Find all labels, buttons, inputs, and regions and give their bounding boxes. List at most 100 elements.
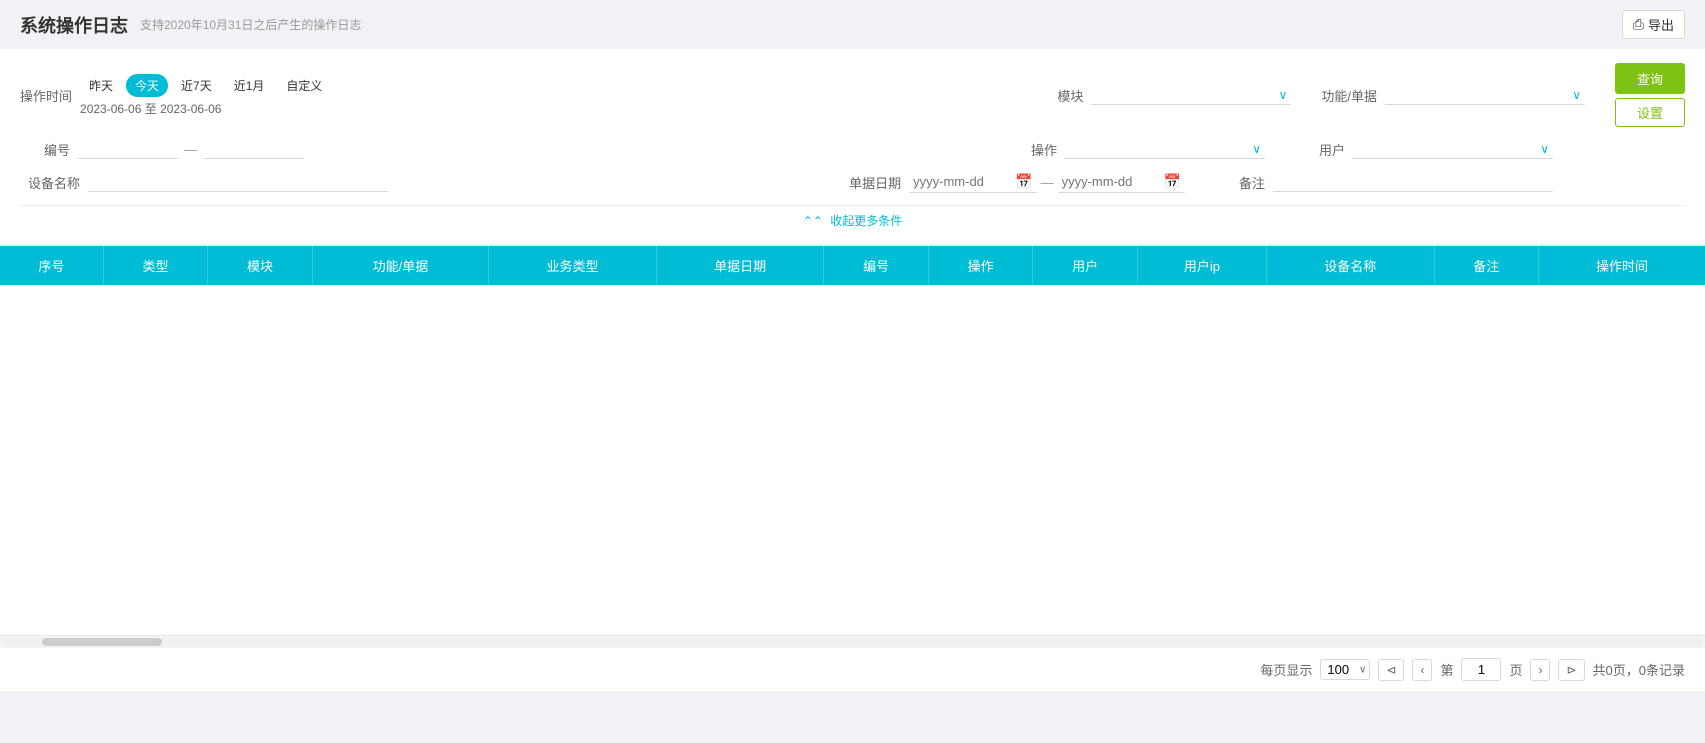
today-btn[interactable]: 今天 <box>126 74 168 97</box>
time-buttons: 昨天 今天 近7天 近1月 自定义 <box>80 74 331 97</box>
device-filter: 设备名称 <box>20 172 388 192</box>
page-suffix-label: 页 <box>1509 660 1522 679</box>
docdate-dash: — <box>1041 175 1054 190</box>
col-type: 类型 <box>103 246 207 285</box>
col-func: 功能/单据 <box>312 246 488 285</box>
col-user: 用户 <box>1033 246 1137 285</box>
data-table: 序号 类型 模块 功能/单据 业务类型 单据日期 编号 操作 用户 用户ip 设… <box>0 246 1705 285</box>
user-select-wrapper: ∨ <box>1353 139 1553 159</box>
func-select[interactable] <box>1389 87 1561 102</box>
custom-btn[interactable]: 自定义 <box>277 74 331 97</box>
calendar-to-icon[interactable]: 📅 <box>1164 173 1181 190</box>
settings-button[interactable]: 设置 <box>1615 98 1685 127</box>
operation-chevron-icon: ∨ <box>1252 142 1261 156</box>
filter-panel: 操作时间 昨天 今天 近7天 近1月 自定义 2023-06-06 至 2023… <box>0 49 1705 246</box>
page-title: 系统操作日志 <box>20 12 128 38</box>
col-userip: 用户ip <box>1137 246 1266 285</box>
col-docdate: 单据日期 <box>656 246 824 285</box>
page-size-select[interactable]: 100 50 200 <box>1320 659 1370 680</box>
user-chevron-icon: ∨ <box>1540 142 1549 156</box>
scrollbar-thumb[interactable] <box>42 638 162 646</box>
col-remark: 备注 <box>1434 246 1538 285</box>
col-optime: 操作时间 <box>1539 246 1705 285</box>
collapse-up-icon: ⌃⌃ <box>803 214 823 228</box>
remark-label: 备注 <box>1215 173 1265 192</box>
col-module: 模块 <box>208 246 312 285</box>
number-to-wrapper <box>203 139 303 159</box>
export-label: 导出 <box>1648 15 1674 34</box>
empty-area <box>0 285 1705 635</box>
col-operation: 操作 <box>928 246 1032 285</box>
yesterday-btn[interactable]: 昨天 <box>80 74 122 97</box>
operation-filter: 操作 ∨ <box>1007 139 1265 159</box>
date-range-display: 2023-06-06 至 2023-06-06 <box>80 100 331 117</box>
device-input-wrapper <box>88 172 388 192</box>
device-input[interactable] <box>92 174 384 189</box>
last-page-button[interactable]: ⊳ <box>1558 659 1584 681</box>
last7days-btn[interactable]: 近7天 <box>172 74 221 97</box>
user-select[interactable] <box>1357 141 1529 156</box>
horizontal-scrollbar[interactable] <box>0 635 1705 647</box>
filter-row-3: 设备名称 单据日期 📅 — 📅 备注 <box>20 171 1685 193</box>
collapse-bar[interactable]: ⌃⌃ 收起更多条件 <box>20 205 1685 235</box>
module-label: 模块 <box>1033 86 1083 105</box>
func-label: 功能/单据 <box>1321 86 1377 105</box>
page-prefix-label: 第 <box>1440 660 1453 679</box>
total-label: 共0页，0条记录 <box>1593 660 1685 679</box>
query-button[interactable]: 查询 <box>1615 63 1685 94</box>
table-header: 序号 类型 模块 功能/单据 业务类型 单据日期 编号 操作 用户 用户ip 设… <box>0 246 1705 285</box>
last1month-btn[interactable]: 近1月 <box>225 74 274 97</box>
module-chevron-icon: ∨ <box>1279 88 1288 102</box>
collapse-label: 收起更多条件 <box>830 214 902 228</box>
device-label: 设备名称 <box>20 173 80 192</box>
page-size-wrapper: 100 50 200 <box>1320 659 1370 680</box>
page-number-input[interactable] <box>1461 658 1501 681</box>
operation-select[interactable] <box>1069 141 1241 156</box>
func-filter: 功能/单据 ∨ <box>1321 85 1585 105</box>
docdate-to-input[interactable] <box>1062 174 1162 189</box>
time-block: 昨天 今天 近7天 近1月 自定义 2023-06-06 至 2023-06-0… <box>80 74 331 117</box>
next-page-button[interactable]: › <box>1530 659 1550 681</box>
number-to-input[interactable] <box>207 141 299 156</box>
func-select-wrapper: ∨ <box>1385 85 1585 105</box>
pagination: 每页显示 100 50 200 ⊲ ‹ 第 页 › ⊳ 共0页，0条记录 <box>0 647 1705 691</box>
col-biztype: 业务类型 <box>489 246 657 285</box>
user-filter: 用户 ∨ <box>1295 139 1553 159</box>
operation-label: 操作 <box>1007 140 1057 159</box>
docdate-from-input[interactable] <box>913 174 1013 189</box>
export-button[interactable]: ⎙ 导出 <box>1622 10 1685 39</box>
action-buttons: 查询 设置 <box>1615 63 1685 127</box>
table-header-row: 序号 类型 模块 功能/单据 业务类型 单据日期 编号 操作 用户 用户ip 设… <box>0 246 1705 285</box>
prev-page-button[interactable]: ‹ <box>1412 659 1432 681</box>
col-number: 编号 <box>824 246 928 285</box>
module-filter: 模块 ∨ <box>1033 85 1291 105</box>
table-section: 序号 类型 模块 功能/单据 业务类型 单据日期 编号 操作 用户 用户ip 设… <box>0 246 1705 635</box>
calendar-from-icon[interactable]: 📅 <box>1015 173 1032 190</box>
operation-select-wrapper: ∨ <box>1065 139 1265 159</box>
user-label: 用户 <box>1295 140 1345 159</box>
col-device: 设备名称 <box>1266 246 1434 285</box>
module-select[interactable] <box>1095 87 1267 102</box>
filter-row-2: 编号 — 操作 ∨ 用户 <box>20 139 1685 159</box>
number-range: — <box>78 139 303 159</box>
export-icon: ⎙ <box>1633 16 1644 33</box>
filter-row-1: 操作时间 昨天 今天 近7天 近1月 自定义 2023-06-06 至 2023… <box>20 63 1685 127</box>
docdate-range: 📅 — 📅 <box>909 171 1185 193</box>
docdate-to-wrapper: 📅 <box>1058 171 1185 193</box>
number-from-wrapper <box>78 139 178 159</box>
remark-input[interactable] <box>1277 174 1549 189</box>
col-index: 序号 <box>0 246 103 285</box>
func-chevron-icon: ∨ <box>1572 88 1581 102</box>
per-page-label: 每页显示 <box>1260 660 1312 679</box>
number-from-input[interactable] <box>82 141 174 156</box>
remark-filter: 备注 <box>1215 172 1553 192</box>
number-label: 编号 <box>20 140 70 159</box>
docdate-filter: 单据日期 📅 — 📅 <box>841 171 1185 193</box>
docdate-label: 单据日期 <box>841 173 901 192</box>
range-dash: — <box>184 142 197 157</box>
time-filter: 操作时间 昨天 今天 近7天 近1月 自定义 2023-06-06 至 2023… <box>20 74 331 117</box>
scrollbar-track <box>2 638 1703 646</box>
first-page-button[interactable]: ⊲ <box>1378 659 1404 681</box>
docdate-from-wrapper: 📅 <box>909 171 1036 193</box>
page-subtitle: 支持2020年10月31日之后产生的操作日志 <box>140 16 361 33</box>
